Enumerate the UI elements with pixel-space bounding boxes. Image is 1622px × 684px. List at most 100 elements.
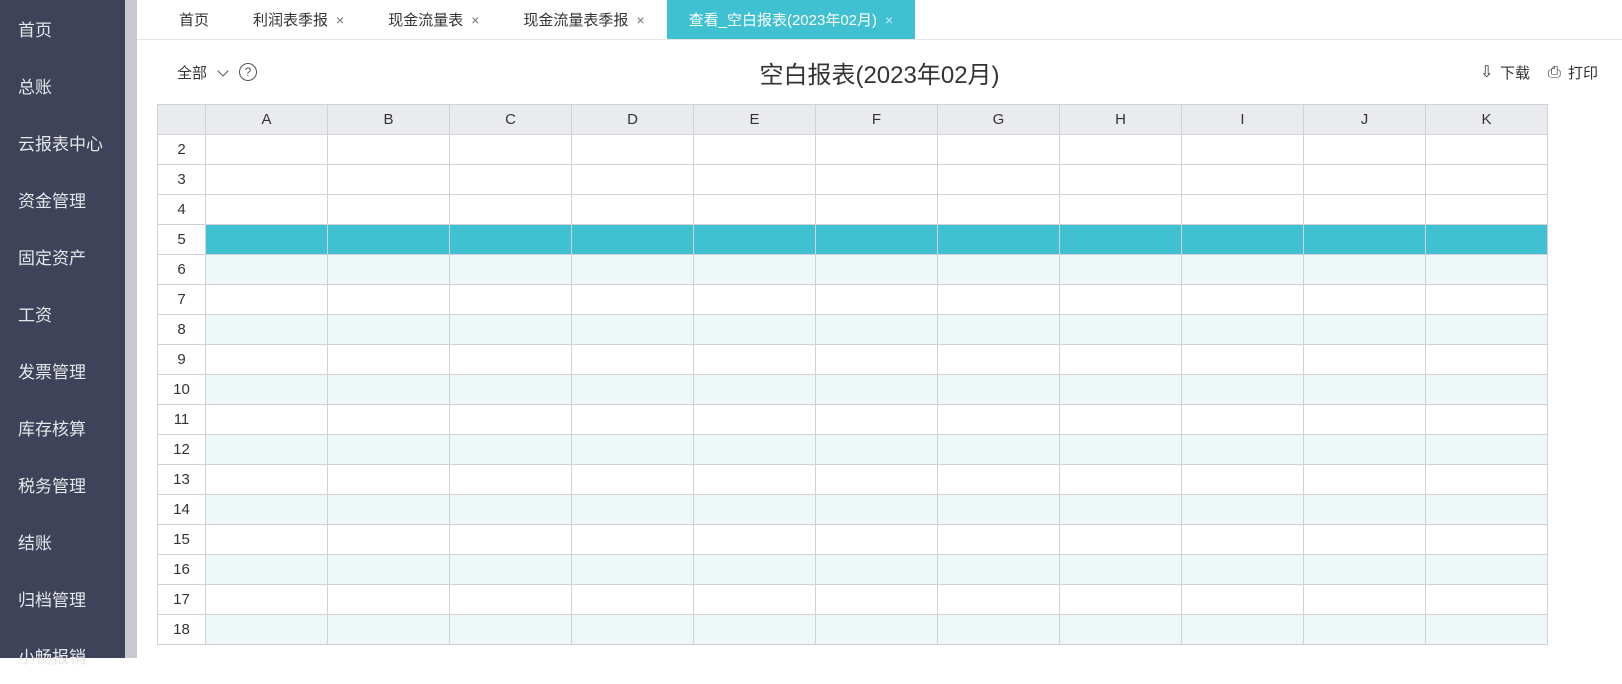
cell-C11[interactable]	[450, 405, 572, 435]
cell-K2[interactable]	[1426, 135, 1548, 165]
print-button[interactable]: 打印	[1548, 62, 1598, 83]
cell-C10[interactable]	[450, 375, 572, 405]
cell-E8[interactable]	[694, 315, 816, 345]
cell-C6[interactable]	[450, 255, 572, 285]
cell-C4[interactable]	[450, 195, 572, 225]
cell-E4[interactable]	[694, 195, 816, 225]
cell-I2[interactable]	[1182, 135, 1304, 165]
cell-K3[interactable]	[1426, 165, 1548, 195]
cell-F18[interactable]	[816, 615, 938, 645]
cell-D17[interactable]	[572, 585, 694, 615]
cell-I5[interactable]	[1182, 225, 1304, 255]
cell-K8[interactable]	[1426, 315, 1548, 345]
cell-D10[interactable]	[572, 375, 694, 405]
cell-F6[interactable]	[816, 255, 938, 285]
cell-G12[interactable]	[938, 435, 1060, 465]
cell-C7[interactable]	[450, 285, 572, 315]
cell-G11[interactable]	[938, 405, 1060, 435]
cell-J18[interactable]	[1304, 615, 1426, 645]
cell-B2[interactable]	[328, 135, 450, 165]
cell-J9[interactable]	[1304, 345, 1426, 375]
cell-G15[interactable]	[938, 525, 1060, 555]
cell-E18[interactable]	[694, 615, 816, 645]
cell-C17[interactable]	[450, 585, 572, 615]
cell-C5[interactable]	[450, 225, 572, 255]
cell-K15[interactable]	[1426, 525, 1548, 555]
cell-A15[interactable]	[206, 525, 328, 555]
cell-K11[interactable]	[1426, 405, 1548, 435]
close-icon[interactable]: ×	[636, 12, 644, 28]
cell-I14[interactable]	[1182, 495, 1304, 525]
cell-B6[interactable]	[328, 255, 450, 285]
row-head-8[interactable]: 8	[158, 315, 206, 345]
cell-F7[interactable]	[816, 285, 938, 315]
cell-F13[interactable]	[816, 465, 938, 495]
cell-E7[interactable]	[694, 285, 816, 315]
cell-A2[interactable]	[206, 135, 328, 165]
cell-J10[interactable]	[1304, 375, 1426, 405]
col-head-I[interactable]: I	[1182, 105, 1304, 135]
cell-A6[interactable]	[206, 255, 328, 285]
tab-2[interactable]: 现金流量表×	[366, 0, 501, 39]
cell-F12[interactable]	[816, 435, 938, 465]
cell-E17[interactable]	[694, 585, 816, 615]
col-head-D[interactable]: D	[572, 105, 694, 135]
sidebar-item-1[interactable]: 总账	[0, 57, 125, 114]
cell-K14[interactable]	[1426, 495, 1548, 525]
col-head-B[interactable]: B	[328, 105, 450, 135]
cell-E5[interactable]	[694, 225, 816, 255]
cell-K9[interactable]	[1426, 345, 1548, 375]
cell-A18[interactable]	[206, 615, 328, 645]
tab-0[interactable]: 首页	[157, 0, 231, 39]
cell-C15[interactable]	[450, 525, 572, 555]
help-icon[interactable]: ?	[239, 63, 257, 81]
row-head-14[interactable]: 14	[158, 495, 206, 525]
cell-B3[interactable]	[328, 165, 450, 195]
cell-A17[interactable]	[206, 585, 328, 615]
row-head-5[interactable]: 5	[158, 225, 206, 255]
cell-C13[interactable]	[450, 465, 572, 495]
cell-D11[interactable]	[572, 405, 694, 435]
cell-D4[interactable]	[572, 195, 694, 225]
cell-H18[interactable]	[1060, 615, 1182, 645]
cell-E15[interactable]	[694, 525, 816, 555]
cell-B4[interactable]	[328, 195, 450, 225]
cell-G5[interactable]	[938, 225, 1060, 255]
cell-A3[interactable]	[206, 165, 328, 195]
cell-D13[interactable]	[572, 465, 694, 495]
cell-F10[interactable]	[816, 375, 938, 405]
cell-A4[interactable]	[206, 195, 328, 225]
cell-I13[interactable]	[1182, 465, 1304, 495]
cell-K17[interactable]	[1426, 585, 1548, 615]
cell-J3[interactable]	[1304, 165, 1426, 195]
cell-G6[interactable]	[938, 255, 1060, 285]
cell-A10[interactable]	[206, 375, 328, 405]
cell-G13[interactable]	[938, 465, 1060, 495]
cell-D8[interactable]	[572, 315, 694, 345]
cell-H16[interactable]	[1060, 555, 1182, 585]
cell-D18[interactable]	[572, 615, 694, 645]
col-head-J[interactable]: J	[1304, 105, 1426, 135]
row-head-9[interactable]: 9	[158, 345, 206, 375]
cell-J17[interactable]	[1304, 585, 1426, 615]
cell-H9[interactable]	[1060, 345, 1182, 375]
cell-H13[interactable]	[1060, 465, 1182, 495]
row-head-12[interactable]: 12	[158, 435, 206, 465]
cell-E2[interactable]	[694, 135, 816, 165]
cell-B13[interactable]	[328, 465, 450, 495]
cell-I18[interactable]	[1182, 615, 1304, 645]
row-head-15[interactable]: 15	[158, 525, 206, 555]
cell-B5[interactable]	[328, 225, 450, 255]
cell-F9[interactable]	[816, 345, 938, 375]
sidebar-item-4[interactable]: 固定资产	[0, 228, 125, 285]
cell-I9[interactable]	[1182, 345, 1304, 375]
sidebar-item-6[interactable]: 发票管理	[0, 342, 125, 399]
cell-I12[interactable]	[1182, 435, 1304, 465]
cell-J6[interactable]	[1304, 255, 1426, 285]
row-head-11[interactable]: 11	[158, 405, 206, 435]
cell-I7[interactable]	[1182, 285, 1304, 315]
cell-K16[interactable]	[1426, 555, 1548, 585]
cell-I6[interactable]	[1182, 255, 1304, 285]
cell-I16[interactable]	[1182, 555, 1304, 585]
cell-K18[interactable]	[1426, 615, 1548, 645]
